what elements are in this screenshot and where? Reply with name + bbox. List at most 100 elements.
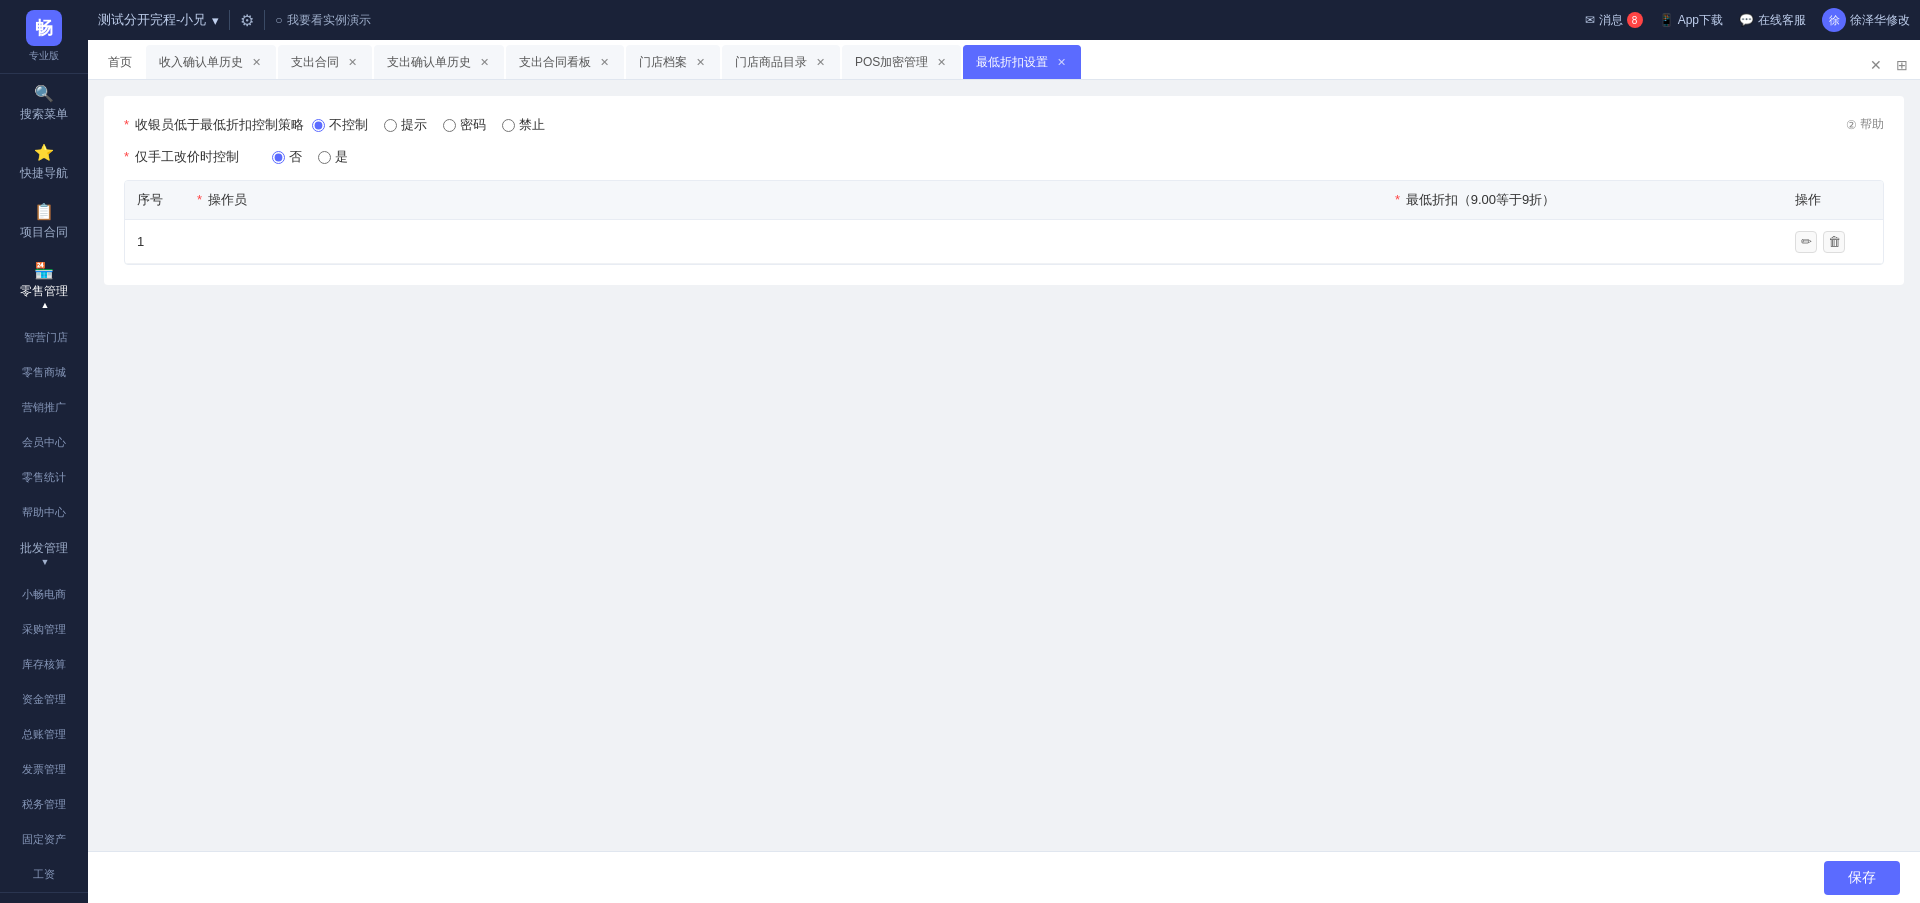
tab-store-file-label: 门店档案: [639, 54, 687, 71]
sidebar-item-purchase[interactable]: 采购管理: [0, 612, 88, 647]
tab-home-label: 首页: [108, 54, 132, 71]
tab-close-store-products[interactable]: ✕: [813, 56, 827, 70]
app-download-button[interactable]: 📱 App下载: [1659, 12, 1723, 29]
tab-close-all-button[interactable]: ✕: [1866, 55, 1886, 75]
tab-close-min-discount[interactable]: ✕: [1054, 56, 1068, 70]
sidebar-item-online-shop[interactable]: 零售商城: [0, 355, 88, 390]
topbar-right: ✉ 消息 8 📱 App下载 💬 在线客服 徐 徐泽华修改: [1585, 8, 1910, 32]
sidebar-item-retail[interactable]: 🏪 零售管理 ▲: [0, 251, 88, 320]
radio-no-control-label: 不控制: [329, 116, 368, 134]
tab-home[interactable]: 首页: [96, 45, 144, 79]
project-selector[interactable]: 测试分开完程-小兄 ▾: [98, 11, 219, 29]
tab-payment-contract-board[interactable]: 支出合同看板 ✕: [506, 45, 624, 79]
th-seq: 序号: [125, 181, 185, 219]
message-button[interactable]: ✉ 消息 8: [1585, 12, 1643, 29]
radio-no[interactable]: 否: [272, 148, 302, 166]
tab-close-income-history[interactable]: ✕: [249, 56, 263, 70]
radio-no-control[interactable]: 不控制: [312, 116, 368, 134]
project-name: 测试分开完程-小兄: [98, 11, 206, 29]
topbar-settings-icon[interactable]: ⚙: [240, 11, 254, 30]
save-button[interactable]: 保存: [1824, 861, 1900, 895]
required-star2: *: [124, 149, 129, 164]
topbar: 测试分开完程-小兄 ▾ ⚙ ○ 我要看实例演示 ✉ 消息 8 📱 App下载 💬…: [88, 0, 1920, 40]
radio-no-control-input[interactable]: [312, 119, 325, 132]
sidebar-item-finance[interactable]: 资金管理: [0, 682, 88, 717]
edit-button[interactable]: ✏: [1795, 231, 1817, 253]
manual-price-options: 否 是: [272, 148, 348, 166]
tab-pos-password[interactable]: POS加密管理 ✕: [842, 45, 961, 79]
radio-forbid-input[interactable]: [502, 119, 515, 132]
sidebar-item-smart-store[interactable]: 智营门店: [0, 320, 88, 355]
topbar-divider2: [264, 10, 265, 30]
tab-min-discount[interactable]: 最低折扣设置 ✕: [963, 45, 1081, 79]
radio-remind-input[interactable]: [384, 119, 397, 132]
online-service-button[interactable]: 💬 在线客服: [1739, 12, 1806, 29]
tab-store-products[interactable]: 门店商品目录 ✕: [722, 45, 840, 79]
radio-password-input[interactable]: [443, 119, 456, 132]
radio-yes[interactable]: 是: [318, 148, 348, 166]
sidebar-item-salary[interactable]: 工资: [0, 857, 88, 892]
radio-yes-input[interactable]: [318, 151, 331, 164]
tab-close-payment-contract-board[interactable]: ✕: [597, 56, 611, 70]
sidebar-item-ecommerce[interactable]: 小畅电商: [0, 577, 88, 612]
tab-close-payment-contract[interactable]: ✕: [345, 56, 359, 70]
sidebar-item-wholesale[interactable]: 批发管理 ▼: [0, 530, 88, 577]
tab-payment-contract[interactable]: 支出合同 ✕: [278, 45, 372, 79]
demo-link[interactable]: ○ 我要看实例演示: [275, 12, 370, 29]
td-action: ✏ 🗑: [1783, 220, 1883, 263]
project-arrow-icon: ▾: [212, 13, 219, 28]
table-row: 1 ✏ 🗑: [125, 220, 1883, 264]
search-icon: 🔍: [34, 84, 54, 103]
delete-button[interactable]: 🗑: [1823, 231, 1845, 253]
sidebar-item-search[interactable]: 🔍 搜索菜单: [0, 74, 88, 133]
tab-close-pos-password[interactable]: ✕: [934, 56, 948, 70]
sidebar-salary-label: 工资: [33, 867, 55, 882]
sidebar-logo: 畅 专业版: [0, 0, 88, 74]
th-action: 操作: [1783, 181, 1883, 219]
radio-remind[interactable]: 提示: [384, 116, 427, 134]
help-text: 帮助: [1860, 116, 1884, 133]
help-link[interactable]: ② 帮助: [1846, 116, 1884, 133]
tab-income-history[interactable]: 收入确认单历史 ✕: [146, 45, 276, 79]
tab-close-store-file[interactable]: ✕: [693, 56, 707, 70]
discount-table: 序号 * 操作员 * 最低折扣（9.00等于9折） 操作: [124, 180, 1884, 265]
message-badge: 8: [1627, 12, 1643, 28]
sidebar-item-tax[interactable]: 税务管理: [0, 787, 88, 822]
sidebar-item-help[interactable]: 帮助中心: [0, 495, 88, 530]
topbar-divider: [229, 10, 230, 30]
radio-password-label: 密码: [460, 116, 486, 134]
sidebar-item-quicknav[interactable]: ⭐ 快捷导航: [0, 133, 88, 192]
manual-price-row: * 仅手工改价时控制 否 是: [124, 148, 1884, 166]
demo-text: 我要看实例演示: [287, 12, 371, 29]
radio-password[interactable]: 密码: [443, 116, 486, 134]
help-icon: ②: [1846, 118, 1857, 132]
sidebar-item-project[interactable]: 📋 项目合同: [0, 192, 88, 251]
main-area: 测试分开完程-小兄 ▾ ⚙ ○ 我要看实例演示 ✉ 消息 8 📱 App下载 💬…: [88, 0, 1920, 903]
star-icon: ⭐: [34, 143, 54, 162]
sidebar-item-marketing[interactable]: 营销推广: [0, 390, 88, 425]
tab-min-discount-label: 最低折扣设置: [976, 54, 1048, 71]
sidebar-item-invoice[interactable]: 发票管理: [0, 752, 88, 787]
sidebar-item-label: 零售管理: [20, 283, 68, 300]
discount-policy-label: * 收银员低于最低折扣控制策略: [124, 116, 304, 134]
sidebar-item-ledger[interactable]: 总账管理: [0, 717, 88, 752]
tab-store-file[interactable]: 门店档案 ✕: [626, 45, 720, 79]
tab-close-payment-confirm-history[interactable]: ✕: [477, 56, 491, 70]
sidebar-ecommerce-label: 小畅电商: [22, 587, 66, 602]
tab-income-history-label: 收入确认单历史: [159, 54, 243, 71]
tab-expand-button[interactable]: ⊞: [1892, 55, 1912, 75]
sidebar-item-retail-stats[interactable]: 零售统计: [0, 460, 88, 495]
user-menu[interactable]: 徐 徐泽华修改: [1822, 8, 1910, 32]
project-icon: 📋: [34, 202, 54, 221]
sidebar-item-assets[interactable]: 固定资产: [0, 822, 88, 857]
radio-no-input[interactable]: [272, 151, 285, 164]
app-download-icon: 📱: [1659, 13, 1674, 27]
radio-yes-label: 是: [335, 148, 348, 166]
tab-payment-confirm-history[interactable]: 支出确认单历史 ✕: [374, 45, 504, 79]
app-download-label: App下载: [1678, 12, 1723, 29]
radio-forbid[interactable]: 禁止: [502, 116, 545, 134]
tab-payment-contract-board-label: 支出合同看板: [519, 54, 591, 71]
sidebar-item-inventory[interactable]: 库存核算: [0, 647, 88, 682]
sidebar-item-label: 项目合同: [20, 224, 68, 241]
sidebar-item-member[interactable]: 会员中心: [0, 425, 88, 460]
